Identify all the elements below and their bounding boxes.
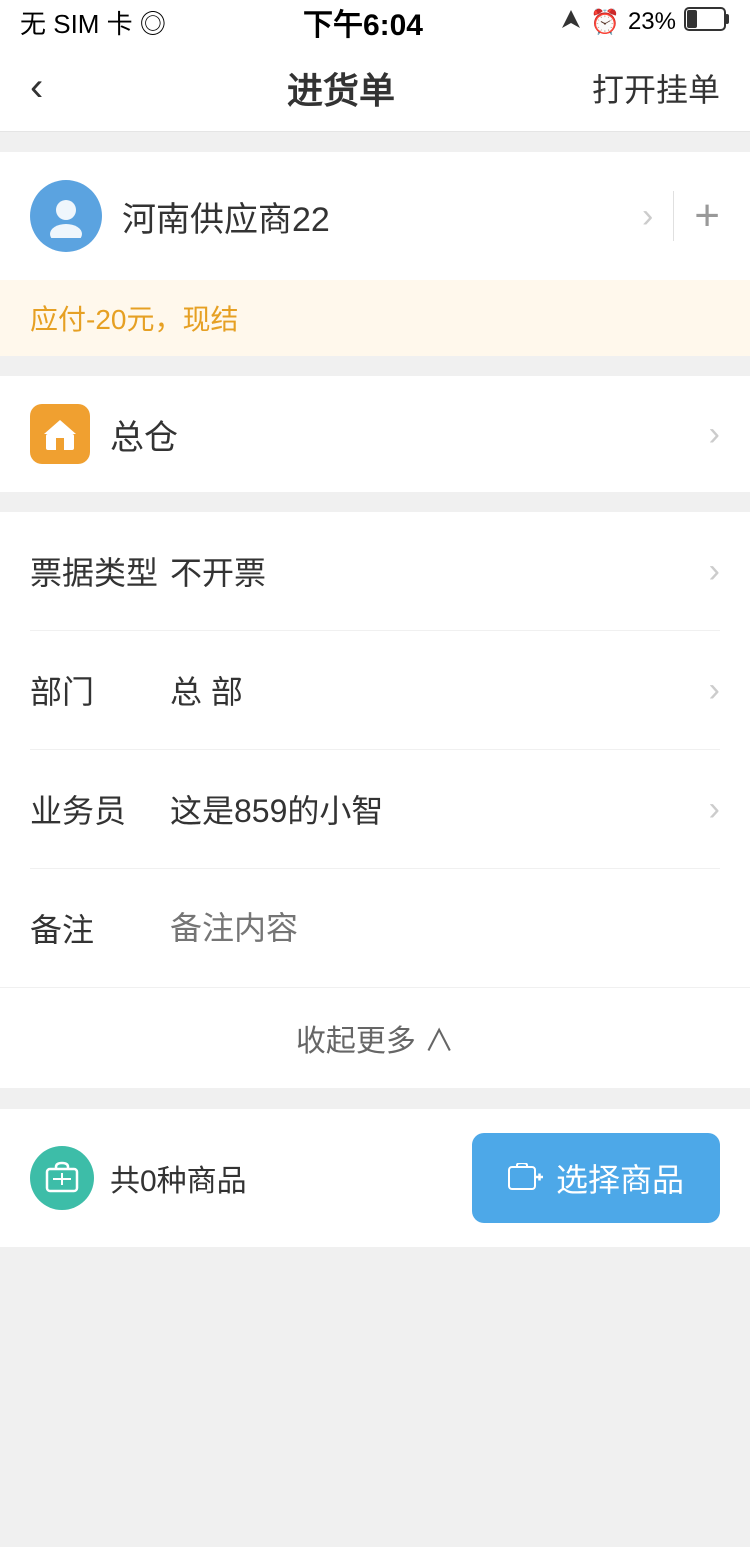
dept-chevron-icon: › [709, 671, 720, 710]
invoice-label: 票据类型 [30, 548, 170, 594]
supplier-name: 河南供应商22 [122, 192, 642, 241]
status-left: 无 SIM 卡 ◎ [20, 4, 166, 41]
nav-bar: ‹ 进货单 打开挂单 [0, 44, 750, 132]
page-background [0, 1247, 750, 1547]
status-bar: 无 SIM 卡 ◎ 下午6:04 ⏰ 23% [0, 0, 750, 44]
notice-bar: 应付-20元，现结 [0, 280, 750, 356]
remark-input[interactable] [170, 910, 720, 947]
warehouse-chevron-icon: › [709, 415, 720, 454]
warehouse-section: 总仓 › [0, 376, 750, 492]
sales-chevron-icon: › [709, 790, 720, 829]
bottom-bar: 共0种商品 选择商品 [0, 1108, 750, 1247]
product-count-area: 共0种商品 [30, 1146, 247, 1210]
collapse-button[interactable]: 收起更多 ∧ [0, 987, 750, 1088]
supplier-avatar [30, 180, 102, 252]
remark-value[interactable] [170, 910, 720, 947]
supplier-chevron-icon: › [642, 197, 653, 236]
section-gap-1 [0, 132, 750, 152]
form-section: 票据类型 不开票 › 部门 总 部 › 业务员 这是859的小智 › 备注 [0, 512, 750, 987]
warehouse-icon [30, 404, 90, 464]
product-icon [30, 1146, 94, 1210]
remark-label: 备注 [30, 905, 170, 951]
supplier-section: 河南供应商22 › + [0, 152, 750, 280]
add-supplier-button[interactable]: + [694, 194, 720, 238]
alarm-icon: ⏰ [590, 8, 620, 37]
invoice-row[interactable]: 票据类型 不开票 › [30, 512, 720, 630]
dept-value: 总 部 [170, 667, 709, 713]
battery-bar [684, 7, 730, 38]
section-gap-3 [0, 492, 750, 512]
sales-label: 业务员 [30, 786, 170, 832]
open-pending-button[interactable]: 打开挂单 [592, 65, 720, 111]
dept-label: 部门 [30, 667, 170, 713]
warehouse-row[interactable]: 总仓 › [30, 376, 720, 492]
status-right: ⏰ 23% [560, 7, 730, 38]
section-gap-4 [0, 1088, 750, 1108]
sales-row[interactable]: 业务员 这是859的小智 › [30, 749, 720, 868]
signal-text: 无 SIM 卡 ◎ [20, 4, 166, 41]
back-button[interactable]: ‹ [30, 65, 90, 110]
battery-percent: 23% [628, 8, 676, 36]
status-time: 下午6:04 [303, 0, 423, 44]
sales-value: 这是859的小智 [170, 786, 709, 832]
select-product-button[interactable]: 选择商品 [472, 1133, 720, 1223]
battery-icon [560, 8, 582, 37]
invoice-value: 不开票 [170, 548, 709, 594]
warehouse-name: 总仓 [110, 410, 709, 459]
remark-row[interactable]: 备注 [30, 868, 720, 987]
product-count-text: 共0种商品 [110, 1156, 247, 1200]
dept-row[interactable]: 部门 总 部 › [30, 630, 720, 749]
invoice-chevron-icon: › [709, 552, 720, 591]
select-product-label: 选择商品 [556, 1155, 684, 1201]
section-gap-2 [0, 356, 750, 376]
supplier-divider [673, 191, 674, 241]
page-title: 进货单 [287, 62, 395, 114]
supplier-row[interactable]: 河南供应商22 › + [30, 152, 720, 280]
